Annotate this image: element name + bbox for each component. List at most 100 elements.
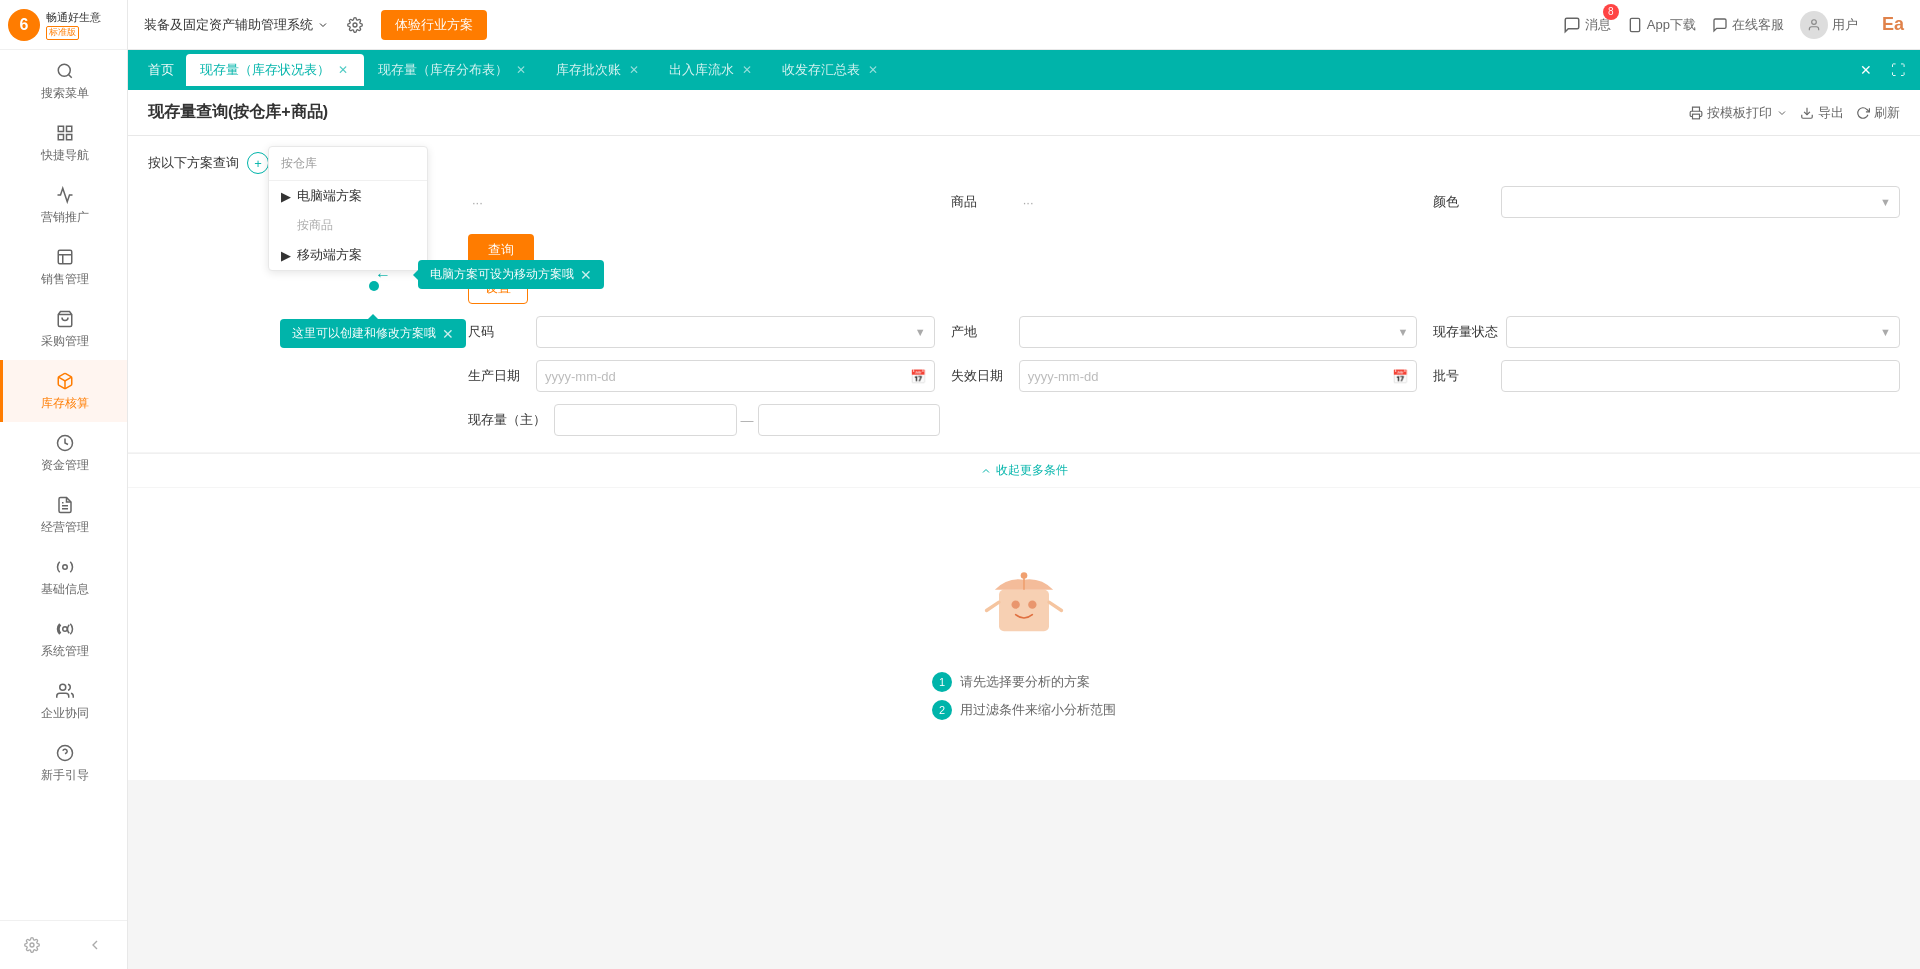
- tab-receipt-summary[interactable]: 收发存汇总表 ✕: [768, 54, 894, 86]
- user-label: 用户: [1832, 16, 1858, 34]
- tooltip-pc-text: 电脑方案可设为移动方案哦: [430, 266, 574, 283]
- stock-qty-max[interactable]: [758, 404, 941, 436]
- sidebar: 6 畅通好生意 标准版 搜索菜单 快捷导航: [0, 0, 128, 969]
- tab-close-inout[interactable]: ✕: [740, 63, 754, 77]
- tab-close-all-btn[interactable]: ✕: [1852, 56, 1880, 84]
- page-title: 现存量查询(按仓库+商品): [148, 102, 328, 123]
- marketing-icon: [54, 184, 76, 206]
- batch-input[interactable]: [1501, 360, 1900, 392]
- empty-step-1: 1 请先选择要分析的方案: [932, 672, 1116, 692]
- tab-fullscreen-btn[interactable]: ⛶: [1884, 56, 1912, 84]
- tab-close-distribution[interactable]: ✕: [514, 63, 528, 77]
- color-select[interactable]: ▼: [1501, 186, 1900, 218]
- scheme-panel-header: 按仓库: [269, 147, 427, 181]
- app-badge: 标准版: [46, 26, 79, 40]
- sidebar-item-marketing[interactable]: 营销推广: [0, 174, 127, 236]
- collapse-bar[interactable]: 收起更多条件: [128, 453, 1920, 487]
- sidebar-label-system: 系统管理: [41, 643, 89, 660]
- print-btn[interactable]: 按模板打印: [1689, 104, 1788, 122]
- empty-state: 1 请先选择要分析的方案 2 用过滤条件来缩小分析范围: [128, 488, 1920, 780]
- settings-footer-btn[interactable]: [18, 931, 46, 959]
- svg-point-8: [63, 627, 68, 632]
- sidebar-label-inventory: 库存核算: [41, 395, 89, 412]
- tab-inventory-distribution[interactable]: 现存量（库存分布表） ✕: [364, 54, 542, 86]
- filter-row-1: ··· 商品 ··· 颜色 ▼ 查询: [468, 186, 1900, 304]
- user-btn[interactable]: 用户: [1800, 11, 1858, 39]
- export-btn[interactable]: 导出: [1800, 104, 1844, 122]
- sidebar-item-inventory[interactable]: 库存核算: [0, 360, 127, 422]
- tab-batch-ledger[interactable]: 库存批次账 ✕: [542, 54, 655, 86]
- tab-inventory-status[interactable]: 现存量（库存状况表） ✕: [186, 54, 364, 86]
- collab-icon: [54, 680, 76, 702]
- tooltip-create: 这里可以创建和修改方案哦 ✕: [280, 319, 466, 348]
- sidebar-item-manage[interactable]: 经营管理: [0, 484, 127, 546]
- logo-text: 畅通好生意 标准版: [46, 10, 101, 40]
- filter-field-expire-date: 失效日期 yyyy-mm-dd 📅: [951, 360, 1418, 392]
- svg-point-0: [58, 64, 70, 76]
- experience-btn[interactable]: 体验行业方案: [381, 10, 487, 40]
- tab-inout-flow[interactable]: 出入库流水 ✕: [655, 54, 768, 86]
- page-actions: 按模板打印 导出 刷新: [1689, 104, 1900, 122]
- sidebar-item-purchase[interactable]: 采购管理: [0, 298, 127, 360]
- svg-line-1: [68, 74, 71, 77]
- tooltip-pc-close[interactable]: ✕: [580, 267, 592, 283]
- online-service-btn[interactable]: 在线客服: [1712, 16, 1784, 34]
- online-service-label: 在线客服: [1732, 16, 1784, 34]
- filter-field-goods: 商品 ···: [951, 193, 1418, 211]
- tooltip-create-close[interactable]: ✕: [442, 326, 454, 342]
- base-icon: [54, 556, 76, 578]
- sidebar-label-quicknav: 快捷导航: [41, 147, 89, 164]
- tab-bar: 首页 现存量（库存状况表） ✕ 现存量（库存分布表） ✕ 库存批次账 ✕ 出入库…: [128, 50, 1920, 90]
- scheme-panel: 按仓库 ▶ 电脑端方案 按商品 ▶ 移动端方案: [268, 146, 428, 271]
- filter-field-color: 颜色 ▼: [1433, 186, 1900, 218]
- system-selector[interactable]: 装备及固定资产辅助管理系统: [144, 16, 329, 34]
- filter-label: 按以下方案查询: [148, 154, 239, 172]
- produce-date-input[interactable]: yyyy-mm-dd 📅: [536, 360, 935, 392]
- filter-row-3: 生产日期 yyyy-mm-dd 📅 失效日期 yyyy-mm-dd 📅: [468, 360, 1900, 392]
- add-scheme-btn[interactable]: +: [247, 152, 269, 174]
- empty-steps: 1 请先选择要分析的方案 2 用过滤条件来缩小分析范围: [932, 672, 1116, 720]
- stock-status-select[interactable]: ▼: [1506, 316, 1900, 348]
- refresh-btn[interactable]: 刷新: [1856, 104, 1900, 122]
- size-select[interactable]: ▼: [536, 316, 935, 348]
- filter-dots-1[interactable]: ···: [468, 195, 487, 210]
- search-icon: [54, 60, 76, 82]
- tab-close-batch[interactable]: ✕: [627, 63, 641, 77]
- tab-home[interactable]: 首页: [136, 61, 186, 79]
- logo-area: 6 畅通好生意 标准版: [0, 0, 127, 50]
- stock-qty-min[interactable]: [554, 404, 737, 436]
- header-settings-btn[interactable]: [339, 9, 371, 41]
- tab-close-inventory-status[interactable]: ✕: [336, 63, 350, 77]
- expire-date-icon: 📅: [1392, 369, 1408, 384]
- app-download-btn[interactable]: App下载: [1627, 16, 1696, 34]
- messages-btn[interactable]: 8 消息: [1563, 16, 1611, 34]
- header-left: 装备及固定资产辅助管理系统 体验行业方案: [144, 9, 487, 41]
- sidebar-item-search[interactable]: 搜索菜单: [0, 50, 127, 112]
- sidebar-item-collab[interactable]: 企业协同: [0, 670, 127, 732]
- svg-point-21: [1028, 601, 1036, 609]
- scheme-subitem-type[interactable]: 按商品: [269, 211, 427, 240]
- sidebar-item-guide[interactable]: 新手引导: [0, 732, 127, 794]
- scheme-item-mobile[interactable]: ▶ 移动端方案: [269, 240, 427, 270]
- system-icon: [54, 618, 76, 640]
- sidebar-item-quicknav[interactable]: 快捷导航: [0, 112, 127, 174]
- sidebar-item-system[interactable]: 系统管理: [0, 608, 127, 670]
- sidebar-item-sales[interactable]: 销售管理: [0, 236, 127, 298]
- filter-field-stock-status: 现存量状态 ▼: [1433, 316, 1900, 348]
- expire-date-input[interactable]: yyyy-mm-dd 📅: [1019, 360, 1418, 392]
- message-badge: 8: [1603, 4, 1619, 20]
- collapse-sidebar-btn[interactable]: [81, 931, 109, 959]
- filter-field-warehouse: ···: [468, 195, 935, 210]
- sidebar-item-base[interactable]: 基础信息: [0, 546, 127, 608]
- svg-rect-2: [58, 250, 72, 264]
- top-header: 装备及固定资产辅助管理系统 体验行业方案 8 消息: [128, 0, 1920, 50]
- filter-dots-goods[interactable]: ···: [1019, 195, 1038, 210]
- origin-select[interactable]: ▼: [1019, 316, 1418, 348]
- guide-icon: [54, 742, 76, 764]
- dot-indicator: [369, 281, 379, 291]
- scheme-item-pc[interactable]: ▶ 电脑端方案: [269, 181, 427, 211]
- tab-close-receipt[interactable]: ✕: [866, 63, 880, 77]
- sidebar-label-manage: 经营管理: [41, 519, 89, 536]
- sidebar-item-finance[interactable]: 资金管理: [0, 422, 127, 484]
- main-area: 装备及固定资产辅助管理系统 体验行业方案 8 消息: [128, 0, 1920, 969]
